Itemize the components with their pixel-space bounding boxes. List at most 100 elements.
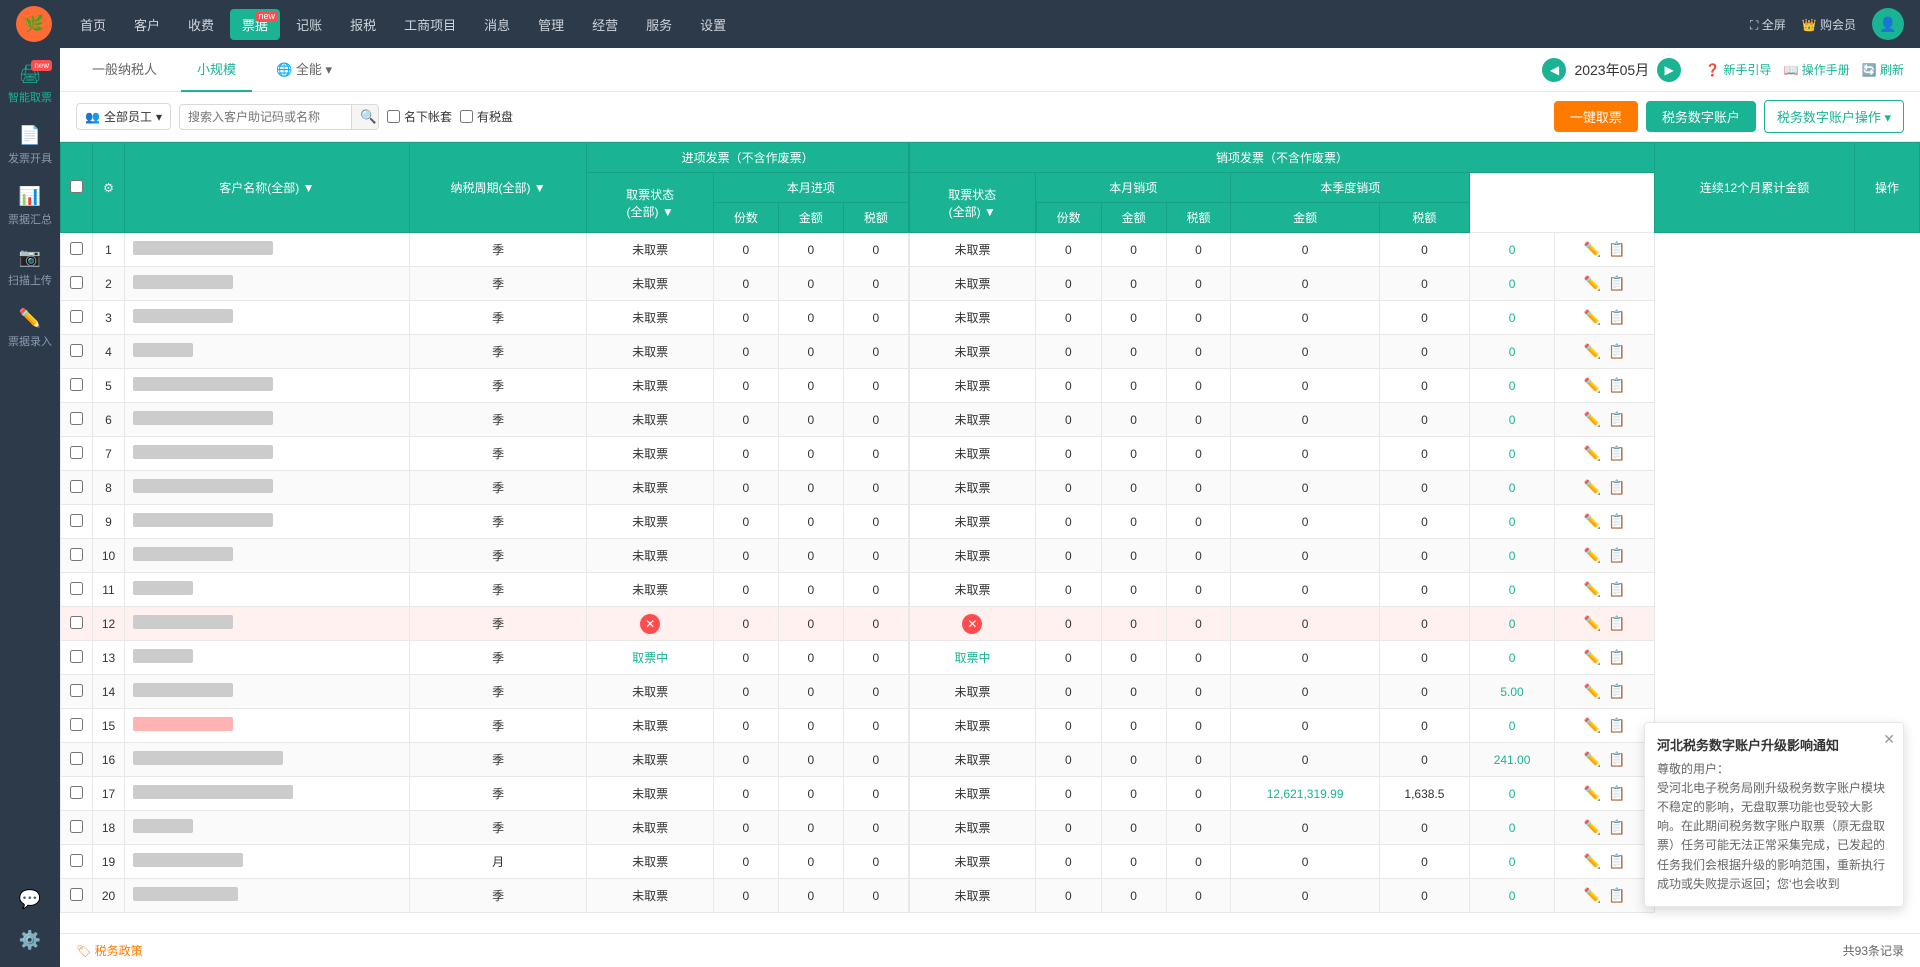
row-checkbox[interactable] [70, 616, 83, 629]
copy-button[interactable]: 📋 [1606, 613, 1627, 634]
copy-button[interactable]: 📋 [1606, 579, 1627, 600]
copy-button[interactable]: 📋 [1606, 375, 1627, 396]
nav-business[interactable]: 工商项目 [392, 9, 468, 40]
row-checkbox[interactable] [70, 718, 83, 731]
edit-button[interactable]: ✏️ [1581, 613, 1602, 634]
refresh-link[interactable]: 🔄 刷新 [1862, 61, 1904, 78]
edit-button[interactable]: ✏️ [1581, 647, 1602, 668]
season-amount-link[interactable]: 12,621,319.99 [1267, 787, 1344, 801]
edit-button[interactable]: ✏️ [1581, 307, 1602, 328]
consecutive-value[interactable]: 0 [1509, 447, 1516, 461]
consecutive-value[interactable]: 0 [1509, 277, 1516, 291]
row-checkbox-cell[interactable] [61, 233, 93, 267]
consecutive-value[interactable]: 0 [1509, 889, 1516, 903]
consecutive-value[interactable]: 0 [1509, 651, 1516, 665]
prev-month-button[interactable]: ◀ [1542, 58, 1566, 82]
next-month-button[interactable]: ▶ [1657, 58, 1681, 82]
copy-button[interactable]: 📋 [1606, 239, 1627, 260]
row-checkbox-cell[interactable] [61, 709, 93, 743]
edit-button[interactable]: ✏️ [1581, 239, 1602, 260]
row-checkbox[interactable] [70, 854, 83, 867]
edit-button[interactable]: ✏️ [1581, 545, 1602, 566]
nav-billing[interactable]: 收费 [176, 9, 226, 40]
consecutive-value[interactable]: 0 [1509, 481, 1516, 495]
copy-button[interactable]: 📋 [1606, 307, 1627, 328]
sub-accounts-checkbox[interactable] [387, 110, 400, 123]
nav-tax[interactable]: 报税 [338, 9, 388, 40]
row-checkbox-cell[interactable] [61, 539, 93, 573]
sidebar-item-message[interactable]: 💬 [4, 881, 56, 918]
edit-button[interactable]: ✏️ [1581, 273, 1602, 294]
row-checkbox[interactable] [70, 480, 83, 493]
th-client-name[interactable]: 客户名称(全部) ▼ [125, 143, 410, 233]
user-avatar[interactable]: 👤 [1872, 8, 1904, 40]
row-checkbox[interactable] [70, 582, 83, 595]
edit-button[interactable]: ✏️ [1581, 851, 1602, 872]
copy-button[interactable]: 📋 [1606, 545, 1627, 566]
nav-operation[interactable]: 经营 [580, 9, 630, 40]
one-click-ticket-button[interactable]: 一键取票 [1554, 101, 1638, 132]
row-checkbox-cell[interactable] [61, 845, 93, 879]
th-tax-period[interactable]: 纳税周期(全部) ▼ [409, 143, 587, 233]
nav-home[interactable]: 首页 [68, 9, 118, 40]
copy-button[interactable]: 📋 [1606, 817, 1627, 838]
vip-button[interactable]: 👑 购会员 [1802, 16, 1856, 33]
nav-service[interactable]: 服务 [634, 9, 684, 40]
row-checkbox-cell[interactable] [61, 743, 93, 777]
copy-button[interactable]: 📋 [1606, 681, 1627, 702]
consecutive-value[interactable]: 0 [1509, 617, 1516, 631]
select-all-checkbox[interactable] [70, 180, 83, 193]
sidebar-item-ticket-entry[interactable]: ✏️ 票据录入 [4, 300, 56, 357]
row-checkbox[interactable] [70, 446, 83, 459]
row-checkbox[interactable] [70, 378, 83, 391]
th-settings[interactable]: ⚙ [93, 143, 125, 233]
consecutive-value[interactable]: 0 [1509, 515, 1516, 529]
search-button[interactable]: 🔍 [351, 105, 379, 129]
nav-accounting[interactable]: 记账 [284, 9, 334, 40]
row-checkbox-cell[interactable] [61, 369, 93, 403]
copy-button[interactable]: 📋 [1606, 341, 1627, 362]
row-checkbox[interactable] [70, 412, 83, 425]
manual-link[interactable]: 📖 操作手册 [1783, 61, 1849, 78]
edit-button[interactable]: ✏️ [1581, 681, 1602, 702]
tax-disk-checkbox[interactable] [460, 110, 473, 123]
row-checkbox-cell[interactable] [61, 301, 93, 335]
nav-message[interactable]: 消息 [472, 9, 522, 40]
consecutive-value[interactable]: 0 [1509, 821, 1516, 835]
row-checkbox-cell[interactable] [61, 573, 93, 607]
edit-button[interactable]: ✏️ [1581, 817, 1602, 838]
tab-all-capability[interactable]: 🌐 全能 ▾ [260, 48, 348, 92]
consecutive-value[interactable]: 0 [1509, 379, 1516, 393]
digital-account-button[interactable]: 税务数字账户 [1646, 101, 1756, 132]
row-checkbox[interactable] [70, 548, 83, 561]
consecutive-value[interactable]: 0 [1509, 719, 1516, 733]
nav-customer[interactable]: 客户 [122, 9, 172, 40]
copy-button[interactable]: 📋 [1606, 273, 1627, 294]
employee-filter[interactable]: 👥 全部员工 ▾ [76, 103, 171, 130]
tab-small-scale[interactable]: 小规模 [181, 48, 252, 92]
row-checkbox[interactable] [70, 242, 83, 255]
edit-button[interactable]: ✏️ [1581, 477, 1602, 498]
consecutive-value[interactable]: 0 [1509, 243, 1516, 257]
consecutive-value[interactable]: 0 [1509, 345, 1516, 359]
consecutive-value[interactable]: 0 [1509, 855, 1516, 869]
edit-button[interactable]: ✏️ [1581, 579, 1602, 600]
filter-tax-disk[interactable]: 有税盘 [460, 108, 513, 125]
edit-button[interactable]: ✏️ [1581, 715, 1602, 736]
row-checkbox-cell[interactable] [61, 437, 93, 471]
edit-button[interactable]: ✏️ [1581, 375, 1602, 396]
row-checkbox-cell[interactable] [61, 811, 93, 845]
consecutive-value[interactable]: 0 [1509, 787, 1516, 801]
sidebar-item-scan-upload[interactable]: 📷 扫描上传 [4, 239, 56, 296]
copy-button[interactable]: 📋 [1606, 647, 1627, 668]
copy-button[interactable]: 📋 [1606, 443, 1627, 464]
row-checkbox-cell[interactable] [61, 607, 93, 641]
edit-button[interactable]: ✏️ [1581, 443, 1602, 464]
row-checkbox-cell[interactable] [61, 641, 93, 675]
consecutive-value[interactable]: 0 [1509, 549, 1516, 563]
consecutive-value[interactable]: 5.00 [1500, 685, 1523, 699]
row-checkbox[interactable] [70, 820, 83, 833]
row-checkbox[interactable] [70, 514, 83, 527]
edit-button[interactable]: ✏️ [1581, 885, 1602, 906]
nav-manage[interactable]: 管理 [526, 9, 576, 40]
